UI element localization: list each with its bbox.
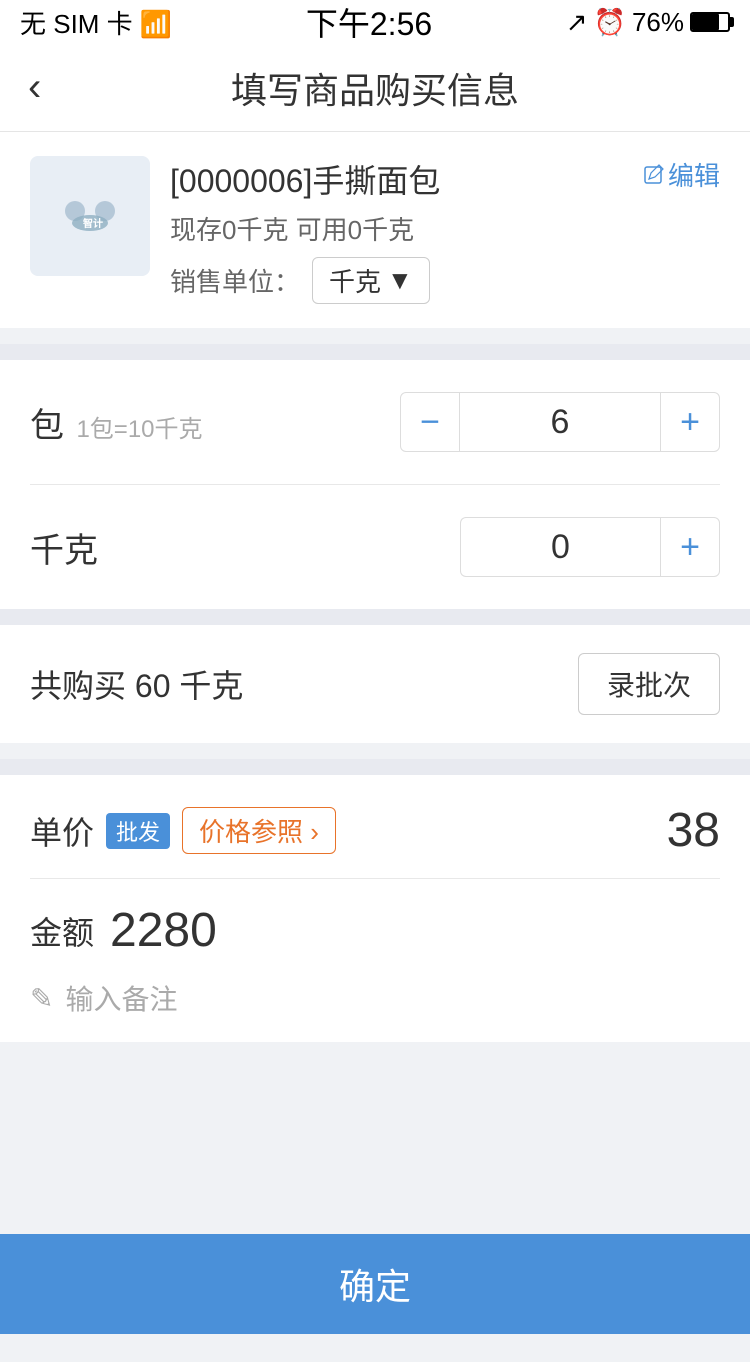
price-label: 单价 <box>30 808 94 854</box>
back-button[interactable]: ‹ <box>28 65 41 110</box>
price-ref-button[interactable]: 价格参照 › <box>182 807 336 854</box>
bag-hint: 1包=10千克 <box>76 416 202 443</box>
product-name: [0000006]手撕面包 <box>170 156 440 202</box>
battery-icon <box>690 12 730 32</box>
pencil-icon: ✎ <box>30 982 53 1015</box>
edit-button[interactable]: 编辑 <box>642 156 720 193</box>
price-section: 单价 批发 价格参照 › 38 金额 2280 ✎ 输入备注 <box>0 775 750 1042</box>
kg-plus-button[interactable]: + <box>660 517 720 577</box>
unit-select[interactable]: 千克 ▼ <box>312 257 430 304</box>
bag-label-area: 包 1包=10千克 <box>30 398 203 447</box>
product-unit-row: 销售单位： 千克 ▼ <box>170 257 720 304</box>
bag-input-row: 包 1包=10千克 − + <box>30 360 720 485</box>
total-text: 共购买 60 千克 <box>30 661 243 707</box>
battery-level: 76% <box>632 7 684 38</box>
status-time: 下午2:56 <box>306 0 432 45</box>
amount-row: 金额 2280 <box>30 903 720 958</box>
alarm-icon: ⏰ <box>594 7 626 38</box>
bag-plus-button[interactable]: + <box>660 392 720 452</box>
kg-input[interactable] <box>460 517 660 577</box>
bag-input[interactable] <box>460 392 660 452</box>
kg-input-row: 千克 + <box>30 485 720 609</box>
notes-placeholder: 输入备注 <box>65 978 177 1018</box>
price-ref-label: 价格参照 › <box>199 812 319 849</box>
section-gap-3 <box>0 759 750 775</box>
kg-stepper: + <box>460 517 720 577</box>
amount-area: 金额 2280 ✎ 输入备注 <box>30 879 720 1042</box>
bag-stepper: − + <box>400 392 720 452</box>
amount-value: 2280 <box>110 903 217 958</box>
price-value: 38 <box>667 803 720 858</box>
chevron-down-icon: ▼ <box>387 265 413 296</box>
total-section: 共购买 60 千克 录批次 <box>0 625 750 743</box>
unit-value: 千克 <box>329 262 381 299</box>
bag-minus-button[interactable]: − <box>400 392 460 452</box>
input-section: 包 1包=10千克 − + 千克 + <box>0 360 750 609</box>
kg-label-area: 千克 <box>30 523 98 572</box>
product-info: [0000006]手撕面包 编辑 现存0千克 可用0千克 销售单位： 千克 ▼ <box>170 156 720 304</box>
product-image: 智计 <box>30 156 150 276</box>
status-bar: 无 SIM 卡 📶 下午2:56 ↗ ⏰ 76% <box>0 0 750 44</box>
notes-row[interactable]: ✎ 输入备注 <box>30 978 720 1018</box>
section-gap-2 <box>0 609 750 625</box>
confirm-button[interactable]: 确定 <box>0 1234 750 1334</box>
location-icon: ↗ <box>566 7 588 38</box>
product-section: 智计 [0000006]手撕面包 编辑 现存0千克 可用0千克 销售单位： 千克… <box>0 132 750 328</box>
page-title: 填写商品购买信息 <box>231 62 519 114</box>
kg-label: 千克 <box>30 532 98 570</box>
status-right: ↗ ⏰ 76% <box>566 7 730 38</box>
product-stock: 现存0千克 可用0千克 <box>170 210 720 247</box>
amount-label: 金额 <box>30 908 94 954</box>
price-label-area: 单价 批发 价格参照 › <box>30 807 336 854</box>
unit-label: 销售单位： <box>170 262 300 299</box>
bag-label: 包 <box>30 407 64 445</box>
status-left: 无 SIM 卡 📶 <box>20 4 172 41</box>
nav-bar: ‹ 填写商品购买信息 <box>0 44 750 132</box>
edit-label: 编辑 <box>668 156 720 193</box>
svg-text:智计: 智计 <box>83 217 103 230</box>
batch-badge: 批发 <box>106 813 170 849</box>
section-gap-1 <box>0 344 750 360</box>
batch-button[interactable]: 录批次 <box>578 653 720 715</box>
price-row: 单价 批发 价格参照 › 38 <box>30 803 720 879</box>
